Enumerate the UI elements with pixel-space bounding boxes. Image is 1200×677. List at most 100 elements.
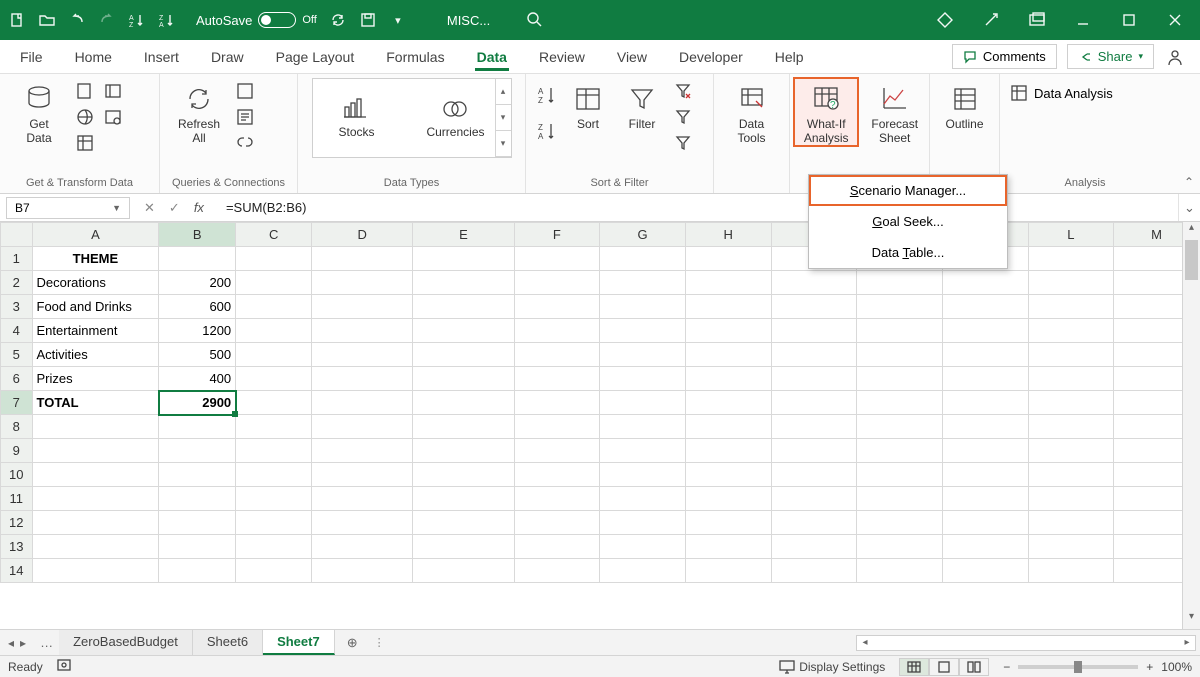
- col-header-H[interactable]: H: [685, 223, 771, 247]
- gallery-down-icon[interactable]: ▾: [496, 105, 511, 131]
- cell-E10[interactable]: [413, 463, 514, 487]
- col-header-L[interactable]: L: [1028, 223, 1114, 247]
- cell-I3[interactable]: [771, 295, 857, 319]
- wand-icon[interactable]: [982, 11, 1000, 29]
- from-web-icon[interactable]: [74, 106, 96, 128]
- cell-J4[interactable]: [857, 319, 943, 343]
- outline-button[interactable]: Outline: [940, 78, 989, 132]
- cell-B8[interactable]: [159, 415, 236, 439]
- cell-L12[interactable]: [1028, 511, 1114, 535]
- cell-C7[interactable]: [236, 391, 312, 415]
- cell-K13[interactable]: [942, 535, 1028, 559]
- hscroll-right-icon[interactable]: ▸: [1179, 637, 1195, 648]
- cell-F13[interactable]: [514, 535, 600, 559]
- cell-A2[interactable]: Decorations: [32, 271, 159, 295]
- cell-E12[interactable]: [413, 511, 514, 535]
- cell-E1[interactable]: [413, 247, 514, 271]
- sheet-tab-sheet7[interactable]: Sheet7: [263, 630, 335, 655]
- row-header-10[interactable]: 10: [1, 463, 33, 487]
- cell-F2[interactable]: [514, 271, 600, 295]
- save-icon[interactable]: [359, 11, 377, 29]
- existing-conn-icon[interactable]: [102, 106, 124, 128]
- row-header-4[interactable]: 4: [1, 319, 33, 343]
- what-if-analysis-button[interactable]: ? What-If Analysis: [794, 78, 858, 146]
- tab-review[interactable]: Review: [537, 43, 587, 71]
- cell-H5[interactable]: [685, 343, 771, 367]
- cell-H13[interactable]: [685, 535, 771, 559]
- cell-A7[interactable]: TOTAL: [32, 391, 159, 415]
- cell-F6[interactable]: [514, 367, 600, 391]
- cell-E4[interactable]: [413, 319, 514, 343]
- cell-E6[interactable]: [413, 367, 514, 391]
- maximize-icon[interactable]: [1120, 11, 1138, 29]
- cell-C5[interactable]: [236, 343, 312, 367]
- cancel-formula-icon[interactable]: ✕: [144, 200, 155, 216]
- cell-B10[interactable]: [159, 463, 236, 487]
- fx-icon[interactable]: fx: [194, 200, 204, 215]
- cell-B7[interactable]: 2900: [159, 391, 236, 415]
- sort-desc-icon[interactable]: ZA: [158, 11, 176, 29]
- cell-E7[interactable]: [413, 391, 514, 415]
- new-file-icon[interactable]: [8, 11, 26, 29]
- from-table-icon[interactable]: [74, 132, 96, 154]
- cell-J10[interactable]: [857, 463, 943, 487]
- gallery-more-icon[interactable]: ▾: [496, 131, 511, 157]
- formula-input[interactable]: =SUM(B2:B6): [218, 200, 1178, 215]
- row-header-6[interactable]: 6: [1, 367, 33, 391]
- cell-I2[interactable]: [771, 271, 857, 295]
- cell-D2[interactable]: [312, 271, 413, 295]
- cell-K10[interactable]: [942, 463, 1028, 487]
- row-header-5[interactable]: 5: [1, 343, 33, 367]
- horizontal-scrollbar[interactable]: ◂ ▸: [856, 635, 1196, 651]
- cell-D10[interactable]: [312, 463, 413, 487]
- row-header-3[interactable]: 3: [1, 295, 33, 319]
- cell-B6[interactable]: 400: [159, 367, 236, 391]
- tab-data[interactable]: Data: [475, 43, 509, 71]
- from-text-icon[interactable]: [74, 80, 96, 102]
- col-header-F[interactable]: F: [514, 223, 600, 247]
- autosave-toggle[interactable]: AutoSave Off: [196, 12, 317, 28]
- macro-record-icon[interactable]: [57, 658, 73, 675]
- cell-K7[interactable]: [942, 391, 1028, 415]
- cell-H1[interactable]: [685, 247, 771, 271]
- cell-F3[interactable]: [514, 295, 600, 319]
- cell-B3[interactable]: 600: [159, 295, 236, 319]
- cell-B4[interactable]: 1200: [159, 319, 236, 343]
- tab-page-layout[interactable]: Page Layout: [274, 43, 357, 71]
- cell-D4[interactable]: [312, 319, 413, 343]
- row-header-13[interactable]: 13: [1, 535, 33, 559]
- zoom-out-button[interactable]: −: [1003, 660, 1010, 674]
- gallery-up-icon[interactable]: ▴: [496, 79, 511, 105]
- cell-B9[interactable]: [159, 439, 236, 463]
- cell-J14[interactable]: [857, 559, 943, 583]
- scroll-thumb[interactable]: [1185, 240, 1198, 280]
- cell-L3[interactable]: [1028, 295, 1114, 319]
- cell-A12[interactable]: [32, 511, 159, 535]
- data-analysis-button[interactable]: Data Analysis: [1010, 84, 1113, 102]
- cell-F4[interactable]: [514, 319, 600, 343]
- advanced-icon[interactable]: [672, 132, 694, 154]
- search-icon[interactable]: [526, 11, 544, 29]
- cell-K2[interactable]: [942, 271, 1028, 295]
- tab-insert[interactable]: Insert: [142, 43, 181, 71]
- cell-A1[interactable]: THEME: [32, 247, 159, 271]
- cell-E14[interactable]: [413, 559, 514, 583]
- cell-I13[interactable]: [771, 535, 857, 559]
- refresh-all-button[interactable]: Refresh All: [170, 78, 228, 146]
- cell-A4[interactable]: Entertainment: [32, 319, 159, 343]
- cell-C2[interactable]: [236, 271, 312, 295]
- cell-A10[interactable]: [32, 463, 159, 487]
- tab-split-icon[interactable]: ⋮: [370, 636, 380, 649]
- cell-A3[interactable]: Food and Drinks: [32, 295, 159, 319]
- cell-F12[interactable]: [514, 511, 600, 535]
- col-header-G[interactable]: G: [600, 223, 686, 247]
- cell-L11[interactable]: [1028, 487, 1114, 511]
- cell-I4[interactable]: [771, 319, 857, 343]
- cell-D7[interactable]: [312, 391, 413, 415]
- cell-L7[interactable]: [1028, 391, 1114, 415]
- sort-desc-small-icon[interactable]: ZA: [536, 120, 558, 142]
- cell-A11[interactable]: [32, 487, 159, 511]
- cell-J11[interactable]: [857, 487, 943, 511]
- cell-L14[interactable]: [1028, 559, 1114, 583]
- cell-H2[interactable]: [685, 271, 771, 295]
